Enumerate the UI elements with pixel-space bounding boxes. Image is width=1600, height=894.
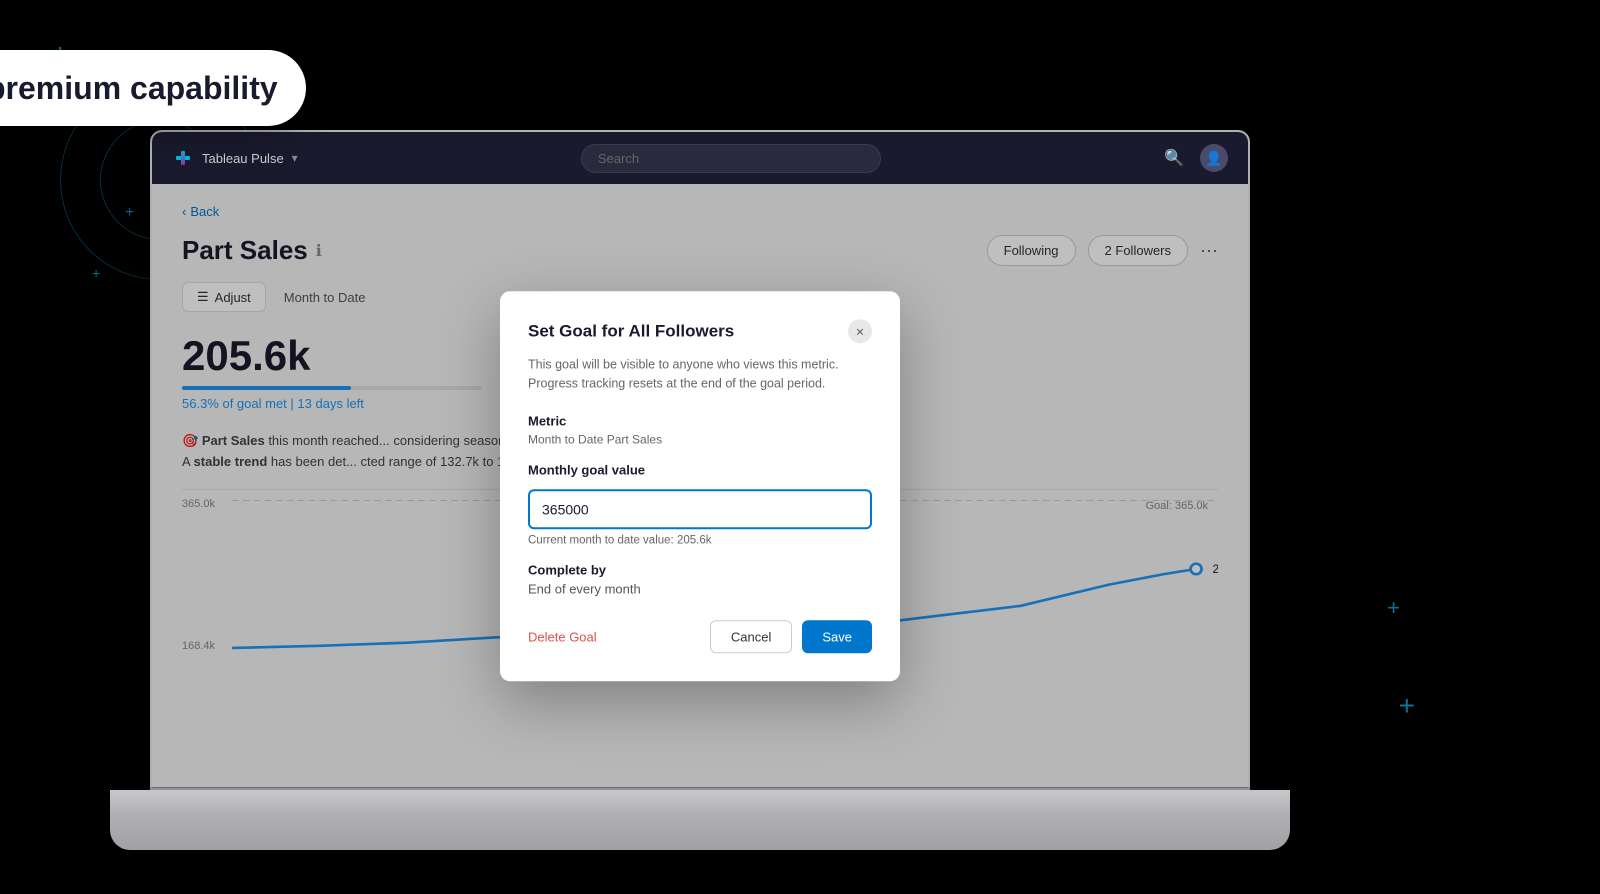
deco-plus-5: + <box>1387 595 1400 621</box>
modal-header: Set Goal for All Followers × <box>528 319 872 343</box>
nav-search-container: Search <box>310 144 1152 173</box>
search-placeholder: Search <box>598 151 639 166</box>
cancel-button[interactable]: Cancel <box>710 620 792 653</box>
monthly-goal-input[interactable] <box>528 489 872 529</box>
modal-hint: Current month to date value: 205.6k <box>528 534 872 546</box>
user-avatar[interactable]: 👤 <box>1200 144 1228 172</box>
main-content: ‹ Back Part Sales ℹ Following 2 Follower… <box>152 184 1248 788</box>
modal-completeby-label: Complete by <box>528 562 872 577</box>
modal-footer: Delete Goal Cancel Save <box>528 620 872 653</box>
modal-goal-label: Monthly goal value <box>528 462 872 477</box>
nav-icons: 🔍 👤 <box>1164 144 1228 172</box>
modal-metric-label: Metric <box>528 413 872 428</box>
save-button[interactable]: Save <box>802 620 872 653</box>
nav-search-bar[interactable]: Search <box>581 144 881 173</box>
app-ui: Tableau Pulse ▾ Search 🔍 👤 <box>152 132 1248 788</box>
nav-logo: Tableau Pulse ▾ <box>172 147 298 169</box>
modal-dialog: Set Goal for All Followers × This goal w… <box>500 291 900 681</box>
premium-badge: premium capability <box>0 50 306 126</box>
avatar-icon: 👤 <box>1205 150 1222 167</box>
modal-goal-field: Monthly goal value Current month to date… <box>528 462 872 546</box>
nav-dropdown-arrow[interactable]: ▾ <box>292 151 298 165</box>
modal-footer-right: Cancel Save <box>710 620 872 653</box>
delete-goal-button[interactable]: Delete Goal <box>528 629 597 644</box>
deco-plus-4: + <box>92 265 100 281</box>
premium-text: premium capability <box>0 70 278 107</box>
tableau-pulse-icon <box>172 147 194 169</box>
modal-completeby-field: Complete by End of every month <box>528 562 872 596</box>
modal-metric-field: Metric Month to Date Part Sales <box>528 413 872 446</box>
laptop-screen: Tableau Pulse ▾ Search 🔍 👤 <box>150 130 1250 790</box>
search-icon[interactable]: 🔍 <box>1164 148 1184 168</box>
laptop-base <box>110 790 1290 850</box>
modal-close-button[interactable]: × <box>848 319 872 343</box>
modal-description: This goal will be visible to anyone who … <box>528 355 872 393</box>
laptop-frame: Tableau Pulse ▾ Search 🔍 👤 <box>150 130 1250 850</box>
modal-title: Set Goal for All Followers <box>528 321 734 341</box>
deco-plus-6: + <box>1399 690 1415 722</box>
modal-metric-value: Month to Date Part Sales <box>528 432 872 446</box>
nav-app-name: Tableau Pulse <box>202 151 284 166</box>
close-icon: × <box>856 323 864 339</box>
top-nav: Tableau Pulse ▾ Search 🔍 👤 <box>152 132 1248 184</box>
modal-completeby-value: End of every month <box>528 581 872 596</box>
